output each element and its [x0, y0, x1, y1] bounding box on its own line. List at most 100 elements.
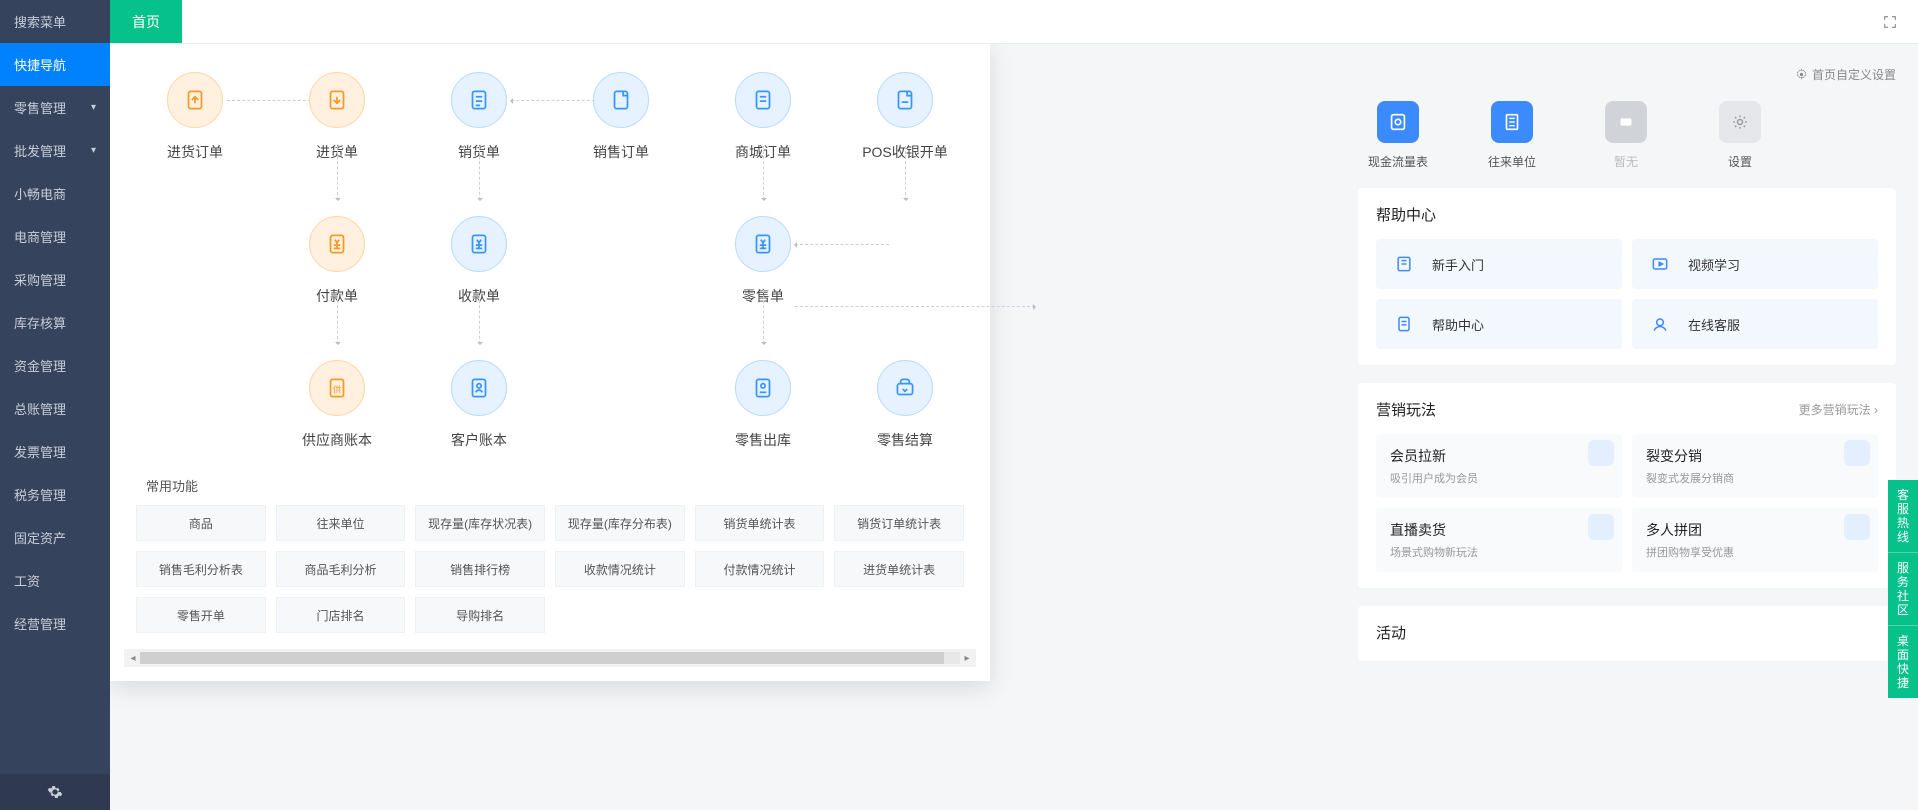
- mkt-group[interactable]: 多人拼团拼团购物享受优惠: [1632, 508, 1878, 572]
- doc-in-icon: [167, 72, 223, 128]
- scroll-thumb[interactable]: [140, 652, 944, 664]
- doc-out-icon: [309, 72, 365, 128]
- sidebar-item-retail[interactable]: 零售管理▾: [0, 86, 110, 129]
- common-payment-stat[interactable]: 付款情况统计: [695, 551, 825, 587]
- mkt-member[interactable]: 会员拉新吸引用户成为会员: [1376, 434, 1622, 498]
- yen-icon: [451, 216, 507, 272]
- help-title: 帮助中心: [1376, 204, 1436, 225]
- marketing-more-link[interactable]: 更多营销玩法 ›: [1799, 401, 1878, 418]
- float-desktop[interactable]: 桌面快捷: [1888, 626, 1918, 698]
- common-sales-rank[interactable]: 销售排行榜: [415, 551, 545, 587]
- sidebar-item-invoice[interactable]: 发票管理: [0, 430, 110, 473]
- scroll-track[interactable]: [140, 652, 960, 664]
- common-retail-open[interactable]: 零售开单: [136, 597, 266, 633]
- report-icon: [1377, 101, 1419, 143]
- main: 首页自定义设置 现金流量表 往来单位 暂无 设置: [110, 44, 1918, 810]
- common-guide-rank[interactable]: 导购排名: [415, 597, 545, 633]
- shortcut-settings[interactable]: 设置: [1700, 101, 1780, 170]
- common-goods[interactable]: 商品: [136, 505, 266, 541]
- mkt-live[interactable]: 直播卖货场景式购物新玩法: [1376, 508, 1622, 572]
- scroll-left-icon[interactable]: ◂: [126, 651, 140, 665]
- flow-mall-order[interactable]: 商城订单: [692, 72, 834, 182]
- checklist-icon: [451, 72, 507, 128]
- common-receipt-stat[interactable]: 收款情况统计: [555, 551, 685, 587]
- flow-retail-out[interactable]: 零售出库: [692, 360, 834, 450]
- marketing-title: 营销玩法: [1376, 399, 1436, 420]
- marketing-card: 营销玩法 更多营销玩法 › 会员拉新吸引用户成为会员 裂变分销裂变式发展分销商 …: [1358, 383, 1896, 588]
- flow-payment[interactable]: 付款单: [266, 216, 408, 326]
- chevron-down-icon: ▾: [91, 145, 96, 156]
- help-center[interactable]: 帮助中心: [1376, 299, 1622, 349]
- shortcut-cashflow[interactable]: 现金流量表: [1358, 101, 1438, 170]
- flow-sales-order[interactable]: 销售订单: [550, 72, 692, 182]
- flow-purchase-bill[interactable]: 进货单: [266, 72, 408, 182]
- sidebar-settings[interactable]: [0, 774, 110, 810]
- float-community[interactable]: 服务社区: [1888, 553, 1918, 626]
- sidebar-item-ledger[interactable]: 总账管理: [0, 387, 110, 430]
- shortcut-row: 现金流量表 往来单位 暂无 设置: [1358, 101, 1896, 170]
- shortcut-contacts[interactable]: 往来单位: [1472, 101, 1552, 170]
- shortcut-empty[interactable]: 暂无: [1586, 101, 1666, 170]
- right-area: 首页自定义设置 现金流量表 往来单位 暂无 设置: [1358, 44, 1918, 661]
- pos-icon: [877, 72, 933, 128]
- sidebar-item-inventory[interactable]: 库存核算: [0, 301, 110, 344]
- common-sales-profit[interactable]: 销售毛利分析表: [136, 551, 266, 587]
- common-store-rank[interactable]: 门店排名: [276, 597, 406, 633]
- common-sales-bill-stat[interactable]: 销货单统计表: [695, 505, 825, 541]
- flow-receipt[interactable]: 收款单: [408, 216, 550, 326]
- yen-icon: [735, 216, 791, 272]
- help-card: 帮助中心 新手入门 视频学习 帮助中心 在线客服: [1358, 188, 1896, 365]
- sidebar-item-operation[interactable]: 经营管理: [0, 602, 110, 645]
- arrow-icon: [763, 290, 764, 344]
- common-contacts[interactable]: 往来单位: [276, 505, 406, 541]
- flow-pos[interactable]: POS收银开单: [834, 72, 976, 182]
- sidebar-item-purchase[interactable]: 采购管理: [0, 258, 110, 301]
- sidebar-item-assets[interactable]: 固定资产: [0, 516, 110, 559]
- flow-purchase-order[interactable]: 进货订单: [124, 72, 266, 182]
- play-icon: [1646, 250, 1674, 278]
- flow-supplier-ledger[interactable]: 供 供应商账本: [266, 360, 408, 450]
- flow-retail-settle[interactable]: 零售结算: [834, 360, 976, 450]
- common-grid: 商品 往来单位 现存量(库存状况表) 现存量(库存分布表) 销货单统计表 销货订…: [124, 505, 976, 641]
- deco-icon: [1844, 440, 1870, 466]
- activity-title: 活动: [1376, 622, 1406, 643]
- arrow-icon: [795, 306, 1035, 307]
- sidebar-item-wholesale[interactable]: 批发管理▾: [0, 129, 110, 172]
- svg-text:供: 供: [333, 383, 342, 394]
- building-icon: [1491, 101, 1533, 143]
- help-video[interactable]: 视频学习: [1632, 239, 1878, 289]
- sidebar-item-tax[interactable]: 税务管理: [0, 473, 110, 516]
- gear-icon: [46, 783, 64, 801]
- yen-icon: [309, 216, 365, 272]
- arrow-icon: [479, 290, 480, 344]
- home-customize-link[interactable]: 首页自定义设置: [1358, 66, 1896, 83]
- horizontal-scrollbar[interactable]: ◂ ▸: [124, 649, 976, 667]
- flow-sales-bill[interactable]: 销货单: [408, 72, 550, 182]
- tab-home[interactable]: 首页: [110, 0, 182, 43]
- flow-customer-ledger[interactable]: 客户账本: [408, 360, 550, 450]
- common-purchase-stat[interactable]: 进货单统计表: [834, 551, 964, 587]
- quicknav-flyout: 进货订单 进货单 销货单: [110, 44, 990, 681]
- common-sales-order-stat[interactable]: 销货订单统计表: [834, 505, 964, 541]
- scroll-right-icon[interactable]: ▸: [960, 651, 974, 665]
- mkt-fission[interactable]: 裂变分销裂变式发展分销商: [1632, 434, 1878, 498]
- doc-icon: [1390, 310, 1418, 338]
- gear-icon: [1795, 68, 1808, 81]
- sidebar-item-xiaochang[interactable]: 小畅电商: [0, 172, 110, 215]
- sidebar-item-quicknav[interactable]: 快捷导航: [0, 43, 110, 86]
- fullscreen-icon[interactable]: [1878, 10, 1902, 34]
- common-stock-status[interactable]: 现存量(库存状况表): [415, 505, 545, 541]
- arrow-icon: [763, 146, 764, 200]
- sidebar-item-funds[interactable]: 资金管理: [0, 344, 110, 387]
- help-newbie[interactable]: 新手入门: [1376, 239, 1622, 289]
- common-stock-dist[interactable]: 现存量(库存分布表): [555, 505, 685, 541]
- float-hotline[interactable]: 客服热线: [1888, 480, 1918, 553]
- sidebar-item-salary[interactable]: 工资: [0, 559, 110, 602]
- flow-retail-bill[interactable]: 零售单: [692, 216, 834, 326]
- sidebar-item-search[interactable]: 搜索菜单: [0, 0, 110, 43]
- sidebar-item-ecommerce[interactable]: 电商管理: [0, 215, 110, 258]
- placeholder-icon: [1605, 101, 1647, 143]
- common-goods-profit[interactable]: 商品毛利分析: [276, 551, 406, 587]
- activity-card: 活动: [1358, 606, 1896, 661]
- help-support[interactable]: 在线客服: [1632, 299, 1878, 349]
